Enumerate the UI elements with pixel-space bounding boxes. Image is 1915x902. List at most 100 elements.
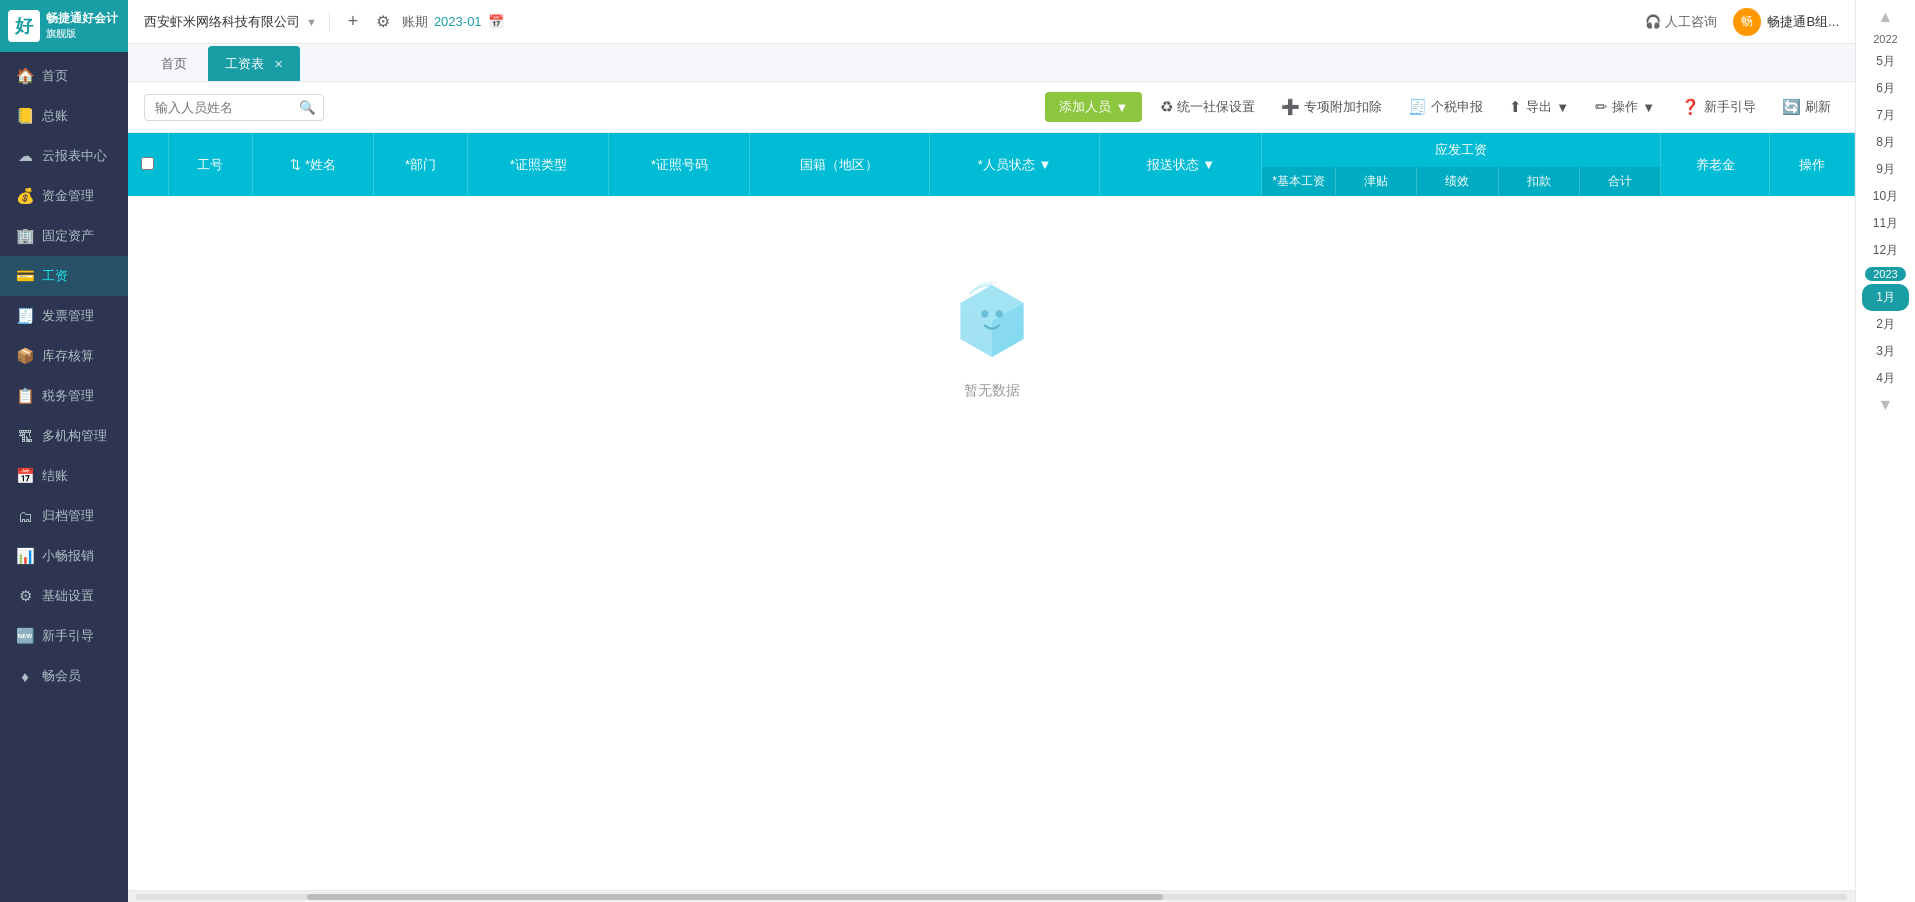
th-deduct: 扣款 (1498, 167, 1579, 196)
sidebar-item-invoice[interactable]: 🧾 发票管理 (0, 296, 128, 336)
month-2023-04[interactable]: 4月 (1856, 365, 1915, 392)
sidebar-label-cloud-report: 云报表中心 (42, 147, 107, 165)
sidebar-item-home[interactable]: 🏠 首页 (0, 56, 128, 96)
sidebar-item-inventory[interactable]: 📦 库存核算 (0, 336, 128, 376)
table-wrap: 工号 ⇅ *姓名 *部门 *证照类型 *证照号码 国籍（地区） *人员状态 ▼ … (128, 133, 1855, 890)
operations-icon: ✏ (1595, 98, 1608, 116)
sidebar: 好 畅捷通好会计 旗舰版 🏠 首页 📒 总账 ☁ 云报表中心 💰 资金管理 🏢 … (0, 0, 128, 902)
tab-salary-close[interactable]: ✕ (274, 58, 283, 70)
personal-tax-action[interactable]: 🧾 个税申报 (1400, 93, 1491, 121)
social-security-action[interactable]: ♻ 统一社保设置 (1152, 93, 1263, 121)
sidebar-item-salary[interactable]: 💳 工资 (0, 256, 128, 296)
th-base-salary: *基本工资 (1262, 167, 1336, 196)
sidebar-item-tax[interactable]: 📋 税务管理 (0, 376, 128, 416)
member-icon: ♦ (16, 668, 34, 685)
search-button[interactable]: 🔍 (299, 100, 316, 115)
service-label: 人工咨询 (1665, 13, 1717, 31)
sidebar-label-expense: 小畅报销 (42, 547, 94, 565)
company-selector[interactable]: 西安虾米网络科技有限公司 ▼ (144, 13, 317, 31)
logo-title: 畅捷通好会计 (46, 11, 118, 27)
topbar-add-button[interactable]: + (342, 11, 364, 33)
month-2023-01[interactable]: 1月 (1862, 284, 1909, 311)
sidebar-item-cloud-report[interactable]: ☁ 云报表中心 (0, 136, 128, 176)
right-panel: ▲ 2022 5月 6月 7月 8月 9月 10月 11月 12月 2023 1… (1855, 0, 1915, 902)
refresh-action[interactable]: 🔄 刷新 (1774, 93, 1839, 121)
month-2022-05[interactable]: 5月 (1856, 48, 1915, 75)
user-name: 畅捷通B组... (1767, 13, 1839, 31)
month-2022-06[interactable]: 6月 (1856, 75, 1915, 102)
special-deduction-label: 专项附加扣除 (1304, 98, 1382, 116)
month-2022-11[interactable]: 11月 (1856, 210, 1915, 237)
sidebar-item-settings[interactable]: ⚙ 基础设置 (0, 576, 128, 616)
export-action[interactable]: ⬆ 导出 ▼ (1501, 93, 1577, 121)
tab-home[interactable]: 首页 (144, 46, 204, 81)
tab-salary[interactable]: 工资表 ✕ (208, 46, 300, 81)
ledger-icon: 📒 (16, 107, 34, 125)
service-button[interactable]: 🎧 人工咨询 (1645, 13, 1717, 31)
sidebar-label-guide: 新手引导 (42, 627, 94, 645)
multi-org-icon: 🏗 (16, 428, 34, 445)
panel-scroll-up[interactable]: ▲ (1856, 4, 1915, 30)
month-2022-08[interactable]: 8月 (1856, 129, 1915, 156)
special-deduction-action[interactable]: ➕ 专项附加扣除 (1273, 93, 1390, 121)
status-filter-icon[interactable]: ▼ (1038, 157, 1051, 172)
home-icon: 🏠 (16, 67, 34, 85)
month-2022-12[interactable]: 12月 (1856, 237, 1915, 264)
sidebar-item-ledger[interactable]: 📒 总账 (0, 96, 128, 136)
month-2022-10[interactable]: 10月 (1856, 183, 1915, 210)
sidebar-item-expense[interactable]: 📊 小畅报销 (0, 536, 128, 576)
invoice-icon: 🧾 (16, 307, 34, 325)
add-person-dropdown-icon: ▼ (1115, 100, 1128, 115)
account-period: 账期 2023-01 📅 (402, 13, 504, 31)
add-person-label: 添加人员 (1059, 98, 1111, 116)
checkbox-th[interactable] (128, 133, 168, 196)
special-deduction-icon: ➕ (1281, 98, 1300, 116)
guide-icon: ❓ (1681, 98, 1700, 116)
th-name: ⇅ *姓名 (253, 133, 374, 196)
topbar-settings-button[interactable]: ⚙ (376, 12, 390, 31)
sidebar-label-invoice: 发票管理 (42, 307, 94, 325)
search-input[interactable] (144, 94, 324, 121)
inventory-icon: 📦 (16, 347, 34, 365)
sidebar-item-guide[interactable]: 🆕 新手引导 (0, 616, 128, 656)
th-pension: 养老金 (1661, 133, 1769, 196)
sidebar-item-close[interactable]: 📅 结账 (0, 456, 128, 496)
th-performance: 绩效 (1417, 167, 1498, 196)
sidebar-label-tax: 税务管理 (42, 387, 94, 405)
cloud-report-icon: ☁ (16, 147, 34, 165)
topbar-right: 🎧 人工咨询 畅 畅捷通B组... (1645, 8, 1839, 36)
guide-action[interactable]: ❓ 新手引导 (1673, 93, 1764, 121)
th-allowance: 津贴 (1335, 167, 1416, 196)
refresh-label: 刷新 (1805, 98, 1831, 116)
month-2023-02[interactable]: 2月 (1856, 311, 1915, 338)
add-person-button[interactable]: 添加人员 ▼ (1045, 92, 1142, 122)
sidebar-item-fixed-assets[interactable]: 🏢 固定资产 (0, 216, 128, 256)
sidebar-item-multi-org[interactable]: 🏗 多机构管理 (0, 416, 128, 456)
expense-icon: 📊 (16, 547, 34, 565)
month-2022-07[interactable]: 7月 (1856, 102, 1915, 129)
th-idno: *证照号码 (609, 133, 750, 196)
select-all-checkbox[interactable] (141, 157, 154, 170)
tab-home-label: 首页 (161, 56, 187, 71)
company-dropdown-icon: ▼ (306, 16, 317, 28)
sidebar-label-archive: 归档管理 (42, 507, 94, 525)
calendar-icon[interactable]: 📅 (488, 14, 504, 29)
th-dept: *部门 (374, 133, 468, 196)
sidebar-item-member[interactable]: ♦ 畅会员 (0, 656, 128, 696)
sidebar-item-fund[interactable]: 💰 资金管理 (0, 176, 128, 216)
report-filter-icon[interactable]: ▼ (1202, 157, 1215, 172)
social-security-label: 统一社保设置 (1177, 98, 1255, 116)
month-2022-09[interactable]: 9月 (1856, 156, 1915, 183)
sidebar-label-multi-org: 多机构管理 (42, 427, 107, 445)
operations-label: 操作 (1612, 98, 1638, 116)
sidebar-label-close: 结账 (42, 467, 68, 485)
bottom-scrollbar[interactable] (128, 890, 1855, 902)
tax-icon: 📋 (16, 387, 34, 405)
empty-state: 暂无数据 (128, 196, 1855, 480)
panel-scroll-down[interactable]: ▼ (1856, 392, 1915, 418)
month-2023-03[interactable]: 3月 (1856, 338, 1915, 365)
salary-table: 工号 ⇅ *姓名 *部门 *证照类型 *证照号码 国籍（地区） *人员状态 ▼ … (128, 133, 1855, 196)
empty-text: 暂无数据 (964, 382, 1020, 400)
sidebar-item-archive[interactable]: 🗂 归档管理 (0, 496, 128, 536)
operations-action[interactable]: ✏ 操作 ▼ (1587, 93, 1663, 121)
